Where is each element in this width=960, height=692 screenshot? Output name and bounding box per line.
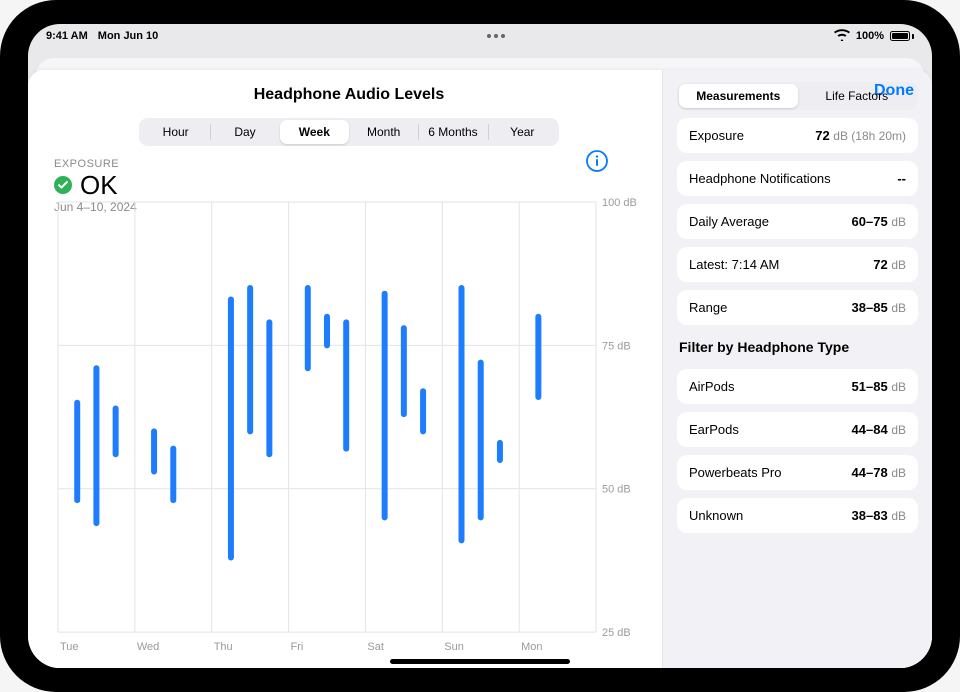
- status-bar: 9:41 AM Mon Jun 10 100%: [28, 24, 932, 48]
- screen: 9:41 AM Mon Jun 10 100%: [28, 24, 932, 668]
- measurement-card-0-value: 72 dB (18h 20m): [815, 128, 906, 143]
- y-tick-label: 50 dB: [602, 484, 631, 496]
- side-scroll[interactable]: Exposure 72 dB (18h 20m) Headphone Notific…: [677, 118, 918, 668]
- x-tick-label: Wed: [137, 641, 159, 653]
- x-tick-label: Fri: [291, 641, 304, 653]
- measurement-card-0-label: Exposure: [689, 128, 744, 143]
- exposure-section-label: EXPOSURE: [54, 158, 644, 170]
- side-tab-measurements[interactable]: Measurements: [679, 84, 798, 108]
- filter-card-1[interactable]: EarPods 44–84 dB: [677, 412, 918, 447]
- measurement-card-2-value: 60–75 dB: [852, 214, 906, 229]
- ok-check-icon: [54, 176, 72, 194]
- time-seg-6-months[interactable]: 6 Months: [418, 120, 487, 144]
- filter-card-1-value: 44–84 dB: [852, 422, 906, 437]
- filter-card-2-label: Powerbeats Pro: [689, 465, 782, 480]
- time-seg-year[interactable]: Year: [488, 120, 557, 144]
- filter-card-0-value: 51–85 dB: [852, 379, 906, 394]
- measurement-card-4-value: 38–85 dB: [852, 300, 906, 315]
- time-seg-day[interactable]: Day: [210, 120, 279, 144]
- filter-card-3-label: Unknown: [689, 508, 743, 523]
- filter-heading: Filter by Headphone Type: [679, 339, 916, 355]
- filter-card-0-label: AirPods: [689, 379, 735, 394]
- filter-card-1-label: EarPods: [689, 422, 739, 437]
- y-tick-label: 75 dB: [602, 340, 631, 352]
- device-frame: 9:41 AM Mon Jun 10 100%: [0, 0, 960, 692]
- filter-card-2[interactable]: Powerbeats Pro 44–78 dB: [677, 455, 918, 490]
- measurement-card-1-value: --: [897, 171, 906, 186]
- wifi-icon: [834, 29, 850, 44]
- measurement-card-4-label: Range: [689, 300, 727, 315]
- status-date: Mon Jun 10: [98, 30, 159, 42]
- battery-percent: 100%: [856, 30, 884, 42]
- measurement-card-0[interactable]: Exposure 72 dB (18h 20m): [677, 118, 918, 153]
- status-time: 9:41 AM: [46, 30, 88, 42]
- x-tick-label: Sat: [367, 641, 384, 653]
- measurement-card-2[interactable]: Daily Average 60–75 dB: [677, 204, 918, 239]
- battery-icon: [890, 31, 914, 41]
- side-tab-segmented[interactable]: MeasurementsLife Factors: [677, 82, 918, 110]
- multitasking-dots-icon[interactable]: [487, 34, 505, 38]
- page-title: Headphone Audio Levels: [54, 86, 644, 104]
- y-tick-label: 25 dB: [602, 627, 631, 639]
- filter-card-3-value: 38–83 dB: [852, 508, 906, 523]
- time-seg-hour[interactable]: Hour: [141, 120, 210, 144]
- info-icon[interactable]: [586, 150, 608, 172]
- filter-card-0[interactable]: AirPods 51–85 dB: [677, 369, 918, 404]
- measurement-card-3-label: Latest: 7:14 AM: [689, 257, 779, 272]
- side-tab-life-factors[interactable]: Life Factors: [798, 84, 917, 108]
- measurement-card-4[interactable]: Range 38–85 dB: [677, 290, 918, 325]
- time-range-segmented[interactable]: HourDayWeekMonth6 MonthsYear: [139, 118, 559, 146]
- measurement-card-2-label: Daily Average: [689, 214, 769, 229]
- exposure-status: OK: [80, 172, 118, 198]
- x-tick-label: Mon: [521, 641, 542, 653]
- main-panel: Headphone Audio Levels HourDayWeekMonth6…: [28, 70, 662, 668]
- filter-card-3[interactable]: Unknown 38–83 dB: [677, 498, 918, 533]
- measurement-card-1[interactable]: Headphone Notifications --: [677, 161, 918, 196]
- side-panel: Done MeasurementsLife Factors Exposure72…: [662, 70, 932, 668]
- measurement-card-3-value: 72 dB: [873, 257, 906, 272]
- x-tick-label: Tue: [60, 641, 79, 653]
- time-seg-month[interactable]: Month: [349, 120, 418, 144]
- time-seg-week[interactable]: Week: [280, 120, 349, 144]
- measurement-card-1-label: Headphone Notifications: [689, 171, 831, 186]
- home-indicator[interactable]: [390, 659, 570, 664]
- x-tick-label: Sun: [444, 641, 464, 653]
- x-tick-label: Thu: [214, 641, 233, 653]
- measurement-card-3[interactable]: Latest: 7:14 AM 72 dB: [677, 247, 918, 282]
- chart[interactable]: 25 dB 50 dB 75 dB 100 dB Tue Wed Thu Fri Sat Sun M…: [54, 198, 644, 656]
- sheet-card: Headphone Audio Levels HourDayWeekMonth6…: [28, 70, 932, 668]
- y-tick-label: 100 dB: [602, 198, 637, 209]
- filter-card-2-value: 44–78 dB: [852, 465, 906, 480]
